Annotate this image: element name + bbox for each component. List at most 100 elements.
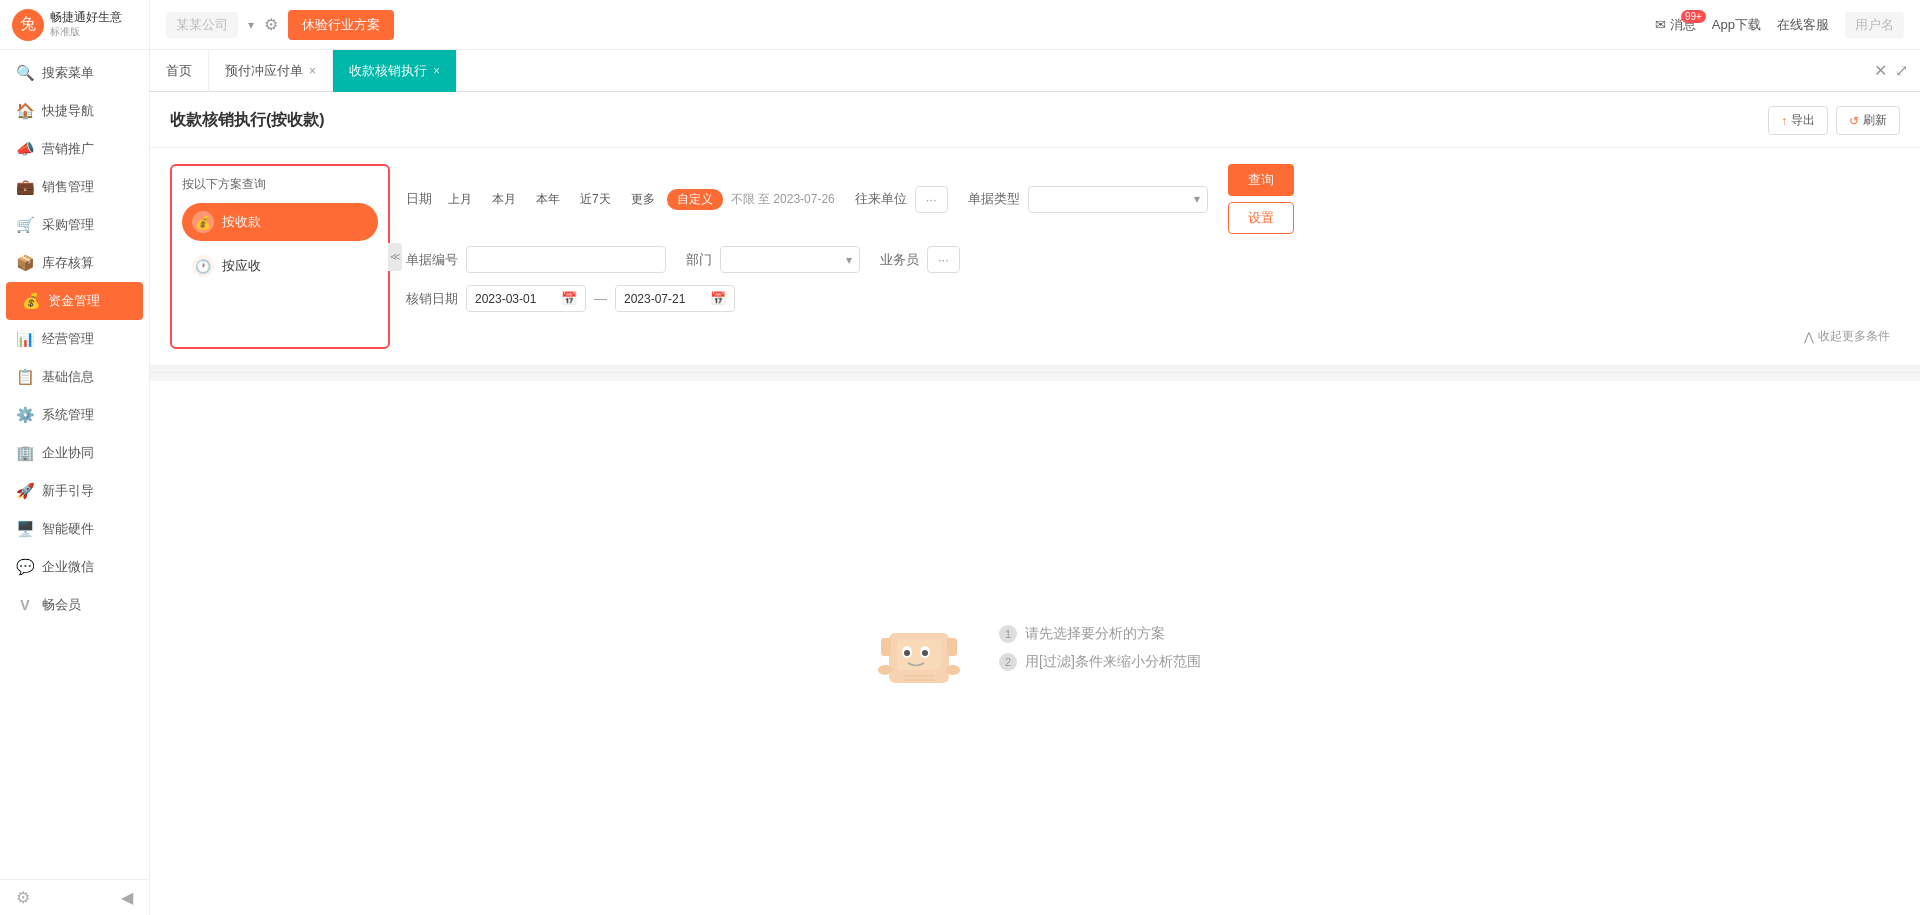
dept-select[interactable]	[720, 246, 860, 273]
staff-picker-btn[interactable]: ···	[927, 246, 960, 273]
fullscreen-icon[interactable]: ⤢	[1895, 61, 1908, 80]
filter-panel-title: 按以下方案查询	[182, 176, 378, 193]
collapse-sidebar-icon[interactable]: ◀	[121, 888, 133, 907]
doc-no-input[interactable]	[466, 246, 666, 273]
partner-picker-btn[interactable]: ···	[915, 186, 948, 213]
sidebar-menu: 🔍 搜索菜单 🏠 快捷导航 📣 营销推广 💼 销售管理 🛒 采购管理 📦 库存核…	[0, 50, 149, 879]
sidebar-item-search[interactable]: 🔍 搜索菜单	[0, 54, 149, 92]
online-service-link[interactable]: 在线客服	[1777, 16, 1829, 34]
filter-section: 按以下方案查询 💰 按收款 🕐 按应收 ≪ 日期	[150, 148, 1920, 365]
tab-receipt-verify[interactable]: 收款核销执行 ×	[333, 50, 457, 92]
setting-filter-btn[interactable]: 设置	[1228, 202, 1294, 234]
chevron-down-icon[interactable]: ▾	[248, 18, 254, 32]
verify-date-start[interactable]: 2023-03-01 📅	[466, 285, 586, 312]
date-tab-this-month[interactable]: 本月	[484, 189, 524, 210]
sidebar-item-system[interactable]: ⚙️ 系统管理	[0, 396, 149, 434]
svg-point-4	[904, 650, 910, 656]
sales-icon: 💼	[16, 178, 34, 196]
industry-btn[interactable]: 休验行业方案	[288, 10, 394, 40]
sidebar-item-sales[interactable]: 💼 销售管理	[0, 168, 149, 206]
page-title-row: 收款核销执行(按收款) ↑ 导出 ↺ 刷新	[170, 106, 1900, 135]
user-avatar[interactable]: 用户名	[1845, 12, 1904, 38]
wechat-icon: 💬	[16, 558, 34, 576]
export-btn[interactable]: ↑ 导出	[1768, 106, 1828, 135]
sidebar-item-label: 新手引导	[42, 482, 94, 500]
action-btn-col: 查询 设置	[1228, 164, 1294, 234]
svg-rect-6	[881, 638, 891, 656]
empty-step-2: 2 用[过滤]条件来缩小分析范围	[999, 653, 1201, 671]
date-tab-custom[interactable]: 自定义	[667, 189, 723, 210]
message-icon: ✉	[1655, 17, 1666, 32]
date-tab-7days[interactable]: 近7天	[572, 189, 619, 210]
sidebar-item-inventory[interactable]: 📦 库存核算	[0, 244, 149, 282]
sidebar: 兔 畅捷通好生意 标准版 🔍 搜索菜单 🏠 快捷导航 📣 营销推广 💼 销售管理…	[0, 0, 150, 915]
calendar-end-icon[interactable]: 📅	[710, 291, 726, 306]
settings-bottom-icon[interactable]: ⚙	[16, 888, 30, 907]
sidebar-item-collab[interactable]: 🏢 企业协同	[0, 434, 149, 472]
verify-date-label: 核销日期	[406, 290, 458, 308]
filter-option-by-receipt[interactable]: 💰 按收款	[182, 203, 378, 241]
close-all-tabs-icon[interactable]: ✕	[1874, 61, 1887, 80]
verify-date-field: 核销日期 2023-03-01 📅 — 2023-07-21 📅	[406, 285, 735, 312]
sidebar-item-operations[interactable]: 📊 经营管理	[0, 320, 149, 358]
sidebar-logo: 兔 畅捷通好生意 标准版	[0, 0, 149, 50]
sidebar-item-finance[interactable]: 💰 资金管理	[6, 282, 143, 320]
tab-prepay[interactable]: 预付冲应付单 ×	[209, 50, 333, 92]
date-tab-this-year[interactable]: 本年	[528, 189, 568, 210]
tabbar-actions: ✕ ⤢	[1874, 61, 1920, 80]
sidebar-item-marketing[interactable]: 📣 营销推广	[0, 130, 149, 168]
refresh-btn[interactable]: ↺ 刷新	[1836, 106, 1900, 135]
home-icon: 🏠	[16, 102, 34, 120]
partner-label: 往来单位	[855, 190, 907, 208]
calendar-start-icon[interactable]: 📅	[561, 291, 577, 306]
sidebar-item-label: 基础信息	[42, 368, 94, 386]
page-actions: ↑ 导出 ↺ 刷新	[1768, 106, 1900, 135]
filter-row-3: 核销日期 2023-03-01 📅 — 2023-07-21 📅	[406, 285, 1900, 312]
verify-date-end[interactable]: 2023-07-21 📅	[615, 285, 735, 312]
dept-select-wrap	[720, 246, 860, 273]
svg-point-5	[922, 650, 928, 656]
refresh-icon: ↺	[1849, 114, 1859, 128]
doc-no-field: 单据编号	[406, 246, 666, 273]
filter-right-panel: 日期 上月 本月 本年 近7天 更多 自定义 不限 至 2023-07-26 往…	[406, 164, 1900, 349]
message-container[interactable]: ✉ 消息 99+	[1655, 16, 1696, 34]
tab-prepay-close[interactable]: ×	[309, 64, 316, 78]
sidebar-item-nav[interactable]: 🏠 快捷导航	[0, 92, 149, 130]
sidebar-item-label: 企业协同	[42, 444, 94, 462]
svg-point-9	[946, 665, 960, 675]
company-name: 某某公司	[166, 12, 238, 38]
query-btn[interactable]: 查询	[1228, 164, 1294, 196]
sidebar-item-member[interactable]: V 畅会员	[0, 586, 149, 624]
sidebar-item-label: 搜索菜单	[42, 64, 94, 82]
date-tab-last-month[interactable]: 上月	[440, 189, 480, 210]
sidebar-item-wechat[interactable]: 💬 企业微信	[0, 548, 149, 586]
collapse-more-btn[interactable]: ⋀ 收起更多条件	[406, 324, 1890, 349]
sidebar-item-basic-info[interactable]: 📋 基础信息	[0, 358, 149, 396]
export-icon: ↑	[1781, 114, 1787, 128]
staff-label: 业务员	[880, 251, 919, 269]
filter-option-by-receivable[interactable]: 🕐 按应收	[182, 247, 378, 285]
doc-type-select[interactable]	[1028, 186, 1208, 213]
page-title: 收款核销执行(按收款)	[170, 110, 325, 131]
tab-receipt-verify-close[interactable]: ×	[433, 64, 440, 78]
tab-home[interactable]: 首页	[150, 50, 209, 92]
tabbar: 首页 预付冲应付单 × 收款核销执行 × ✕ ⤢	[150, 50, 1920, 92]
sidebar-item-hardware[interactable]: 🖥️ 智能硬件	[0, 510, 149, 548]
sidebar-item-label: 资金管理	[48, 292, 100, 310]
sidebar-item-purchase[interactable]: 🛒 采购管理	[0, 206, 149, 244]
topbar-left: 某某公司 ▾ ⚙ 休验行业方案	[166, 10, 394, 40]
inventory-icon: 📦	[16, 254, 34, 272]
app-download-link[interactable]: App下载	[1712, 16, 1761, 34]
settings-icon[interactable]: ⚙	[264, 15, 278, 34]
filter-collapse-btn[interactable]: ≪	[388, 243, 402, 271]
sidebar-item-guide[interactable]: 🚀 新手引导	[0, 472, 149, 510]
sidebar-item-label: 采购管理	[42, 216, 94, 234]
tab-receipt-verify-label: 收款核销执行	[349, 62, 427, 80]
page-header: 收款核销执行(按收款) ↑ 导出 ↺ 刷新	[150, 92, 1920, 148]
doc-no-label: 单据编号	[406, 251, 458, 269]
purchase-icon: 🛒	[16, 216, 34, 234]
filter-option-label: 按应收	[222, 257, 261, 275]
sidebar-item-label: 库存核算	[42, 254, 94, 272]
date-tab-more[interactable]: 更多	[623, 189, 663, 210]
search-icon: 🔍	[16, 64, 34, 82]
